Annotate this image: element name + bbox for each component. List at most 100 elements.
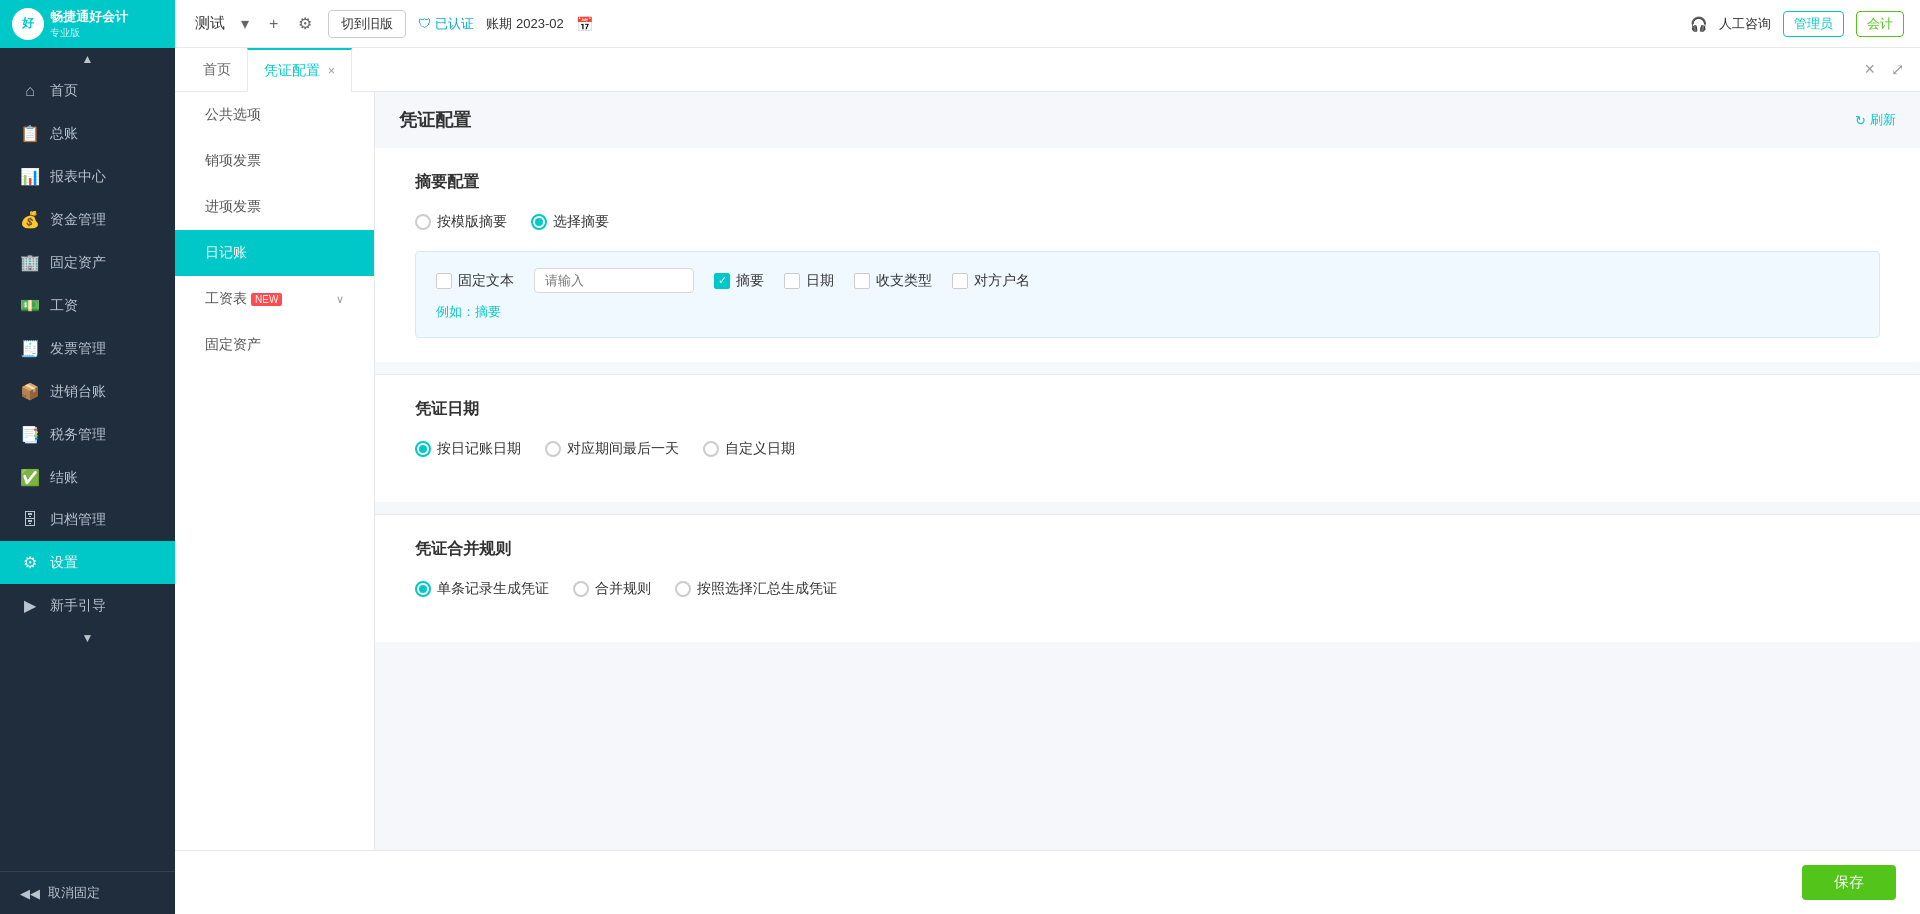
sidebar-item-capital[interactable]: 💰 资金管理 <box>0 198 175 241</box>
summary-options-row: 固定文本 ✓ 摘要 日期 <box>436 268 1859 293</box>
sidebar-item-ledger[interactable]: 📋 总账 <box>0 112 175 155</box>
date-radio-group: 按日记账日期 对应期间最后一天 自定义日期 <box>415 440 1880 458</box>
reports-icon: 📊 <box>20 167 40 186</box>
sidebar-item-archive[interactable]: 🗄 归档管理 <box>0 499 175 541</box>
chevron-down-icon: ∨ <box>336 293 344 306</box>
sidebar-item-settings[interactable]: ⚙ 设置 <box>0 541 175 584</box>
date-section: 凭证日期 按日记账日期 对应期间最后一天 <box>375 375 1920 502</box>
scroll-up-btn[interactable]: ▲ <box>0 48 175 70</box>
sidebar-item-settle[interactable]: ✅ 结账 <box>0 456 175 499</box>
new-badge: NEW <box>251 293 282 306</box>
radio-single[interactable]: 单条记录生成凭证 <box>415 580 549 598</box>
radio-journal-date[interactable]: 按日记账日期 <box>415 440 521 458</box>
settle-icon: ✅ <box>20 468 40 487</box>
sidebar-item-guide[interactable]: ▶ 新手引导 <box>0 584 175 627</box>
guide-icon: ▶ <box>20 596 40 615</box>
checkbox-date-box <box>784 273 800 289</box>
sub-nav-journal[interactable]: 日记账 <box>175 230 374 276</box>
checkbox-counterparty-box <box>952 273 968 289</box>
radio-select-summary-circle <box>531 214 547 230</box>
sidebar-item-sales[interactable]: 📦 进销台账 <box>0 370 175 413</box>
summary-section: 摘要配置 按模版摘要 选择摘要 <box>375 148 1920 362</box>
logo-icon: 好 <box>12 8 44 40</box>
checkbox-summary[interactable]: ✓ 摘要 <box>714 272 764 290</box>
add-btn[interactable]: + <box>265 11 282 37</box>
shield-icon: 🛡 <box>418 16 431 31</box>
sub-nav-payroll-table[interactable]: 工资表 NEW ∨ <box>175 276 374 322</box>
sidebar: ▲ ⌂ 首页 📋 总账 📊 报表中心 💰 资金管理 <box>0 48 175 914</box>
checkbox-counterparty[interactable]: 对方户名 <box>952 272 1030 290</box>
checkbox-fixed-text-box <box>436 273 452 289</box>
home-icon: ⌂ <box>20 82 40 100</box>
tab-home[interactable]: 首页 <box>187 48 247 92</box>
archive-icon: 🗄 <box>20 511 40 529</box>
sidebar-item-payroll[interactable]: 💵 工资 <box>0 284 175 327</box>
tab-bar-right: × ⤢ <box>1860 55 1908 84</box>
page-title: 凭证配置 <box>399 108 471 132</box>
sub-nav-public[interactable]: 公共选项 <box>175 92 374 138</box>
certified-badge: 🛡 已认证 <box>418 15 474 33</box>
sidebar-item-invoice[interactable]: 🧾 发票管理 <box>0 327 175 370</box>
settings-sidebar-icon: ⚙ <box>20 553 40 572</box>
assets-icon: 🏢 <box>20 253 40 272</box>
ledger-icon: 📋 <box>20 124 40 143</box>
summary-radio-group: 按模版摘要 选择摘要 <box>415 213 1880 231</box>
config-main: 凭证配置 ↻ 刷新 摘要配置 按模版摘要 <box>375 92 1920 850</box>
pin-icon: ◀◀ <box>20 886 40 901</box>
sub-nav: 公共选项 销项发票 进项发票 日记账 工资表 NEW ∨ <box>175 92 375 850</box>
radio-template-circle <box>415 214 431 230</box>
sidebar-item-tax[interactable]: 📑 税务管理 <box>0 413 175 456</box>
project-name: 测试 <box>195 14 225 33</box>
example-text: 例如：摘要 <box>436 303 1859 321</box>
top-bar: 好 畅捷通好会计 专业版 测试 ▾ + ⚙ 切到旧版 🛡 已认证 账期 2023… <box>0 0 1920 48</box>
window-expand-btn[interactable]: ⤢ <box>1887 56 1908 83</box>
manager-btn[interactable]: 管理员 <box>1783 11 1844 37</box>
radio-select-merge[interactable]: 按照选择汇总生成凭证 <box>675 580 837 598</box>
fixed-text-input[interactable] <box>534 268 694 293</box>
radio-journal-date-circle <box>415 441 431 457</box>
sidebar-item-assets[interactable]: 🏢 固定资产 <box>0 241 175 284</box>
project-dropdown-btn[interactable]: ▾ <box>237 10 253 37</box>
cancel-fixed-btn[interactable]: ◀◀ 取消固定 <box>0 871 175 914</box>
radio-merge-rule[interactable]: 合并规则 <box>573 580 651 598</box>
checkbox-date[interactable]: 日期 <box>784 272 834 290</box>
summary-title: 摘要配置 <box>415 172 1880 193</box>
radio-select-summary[interactable]: 选择摘要 <box>531 213 609 231</box>
accountant-btn[interactable]: 会计 <box>1856 11 1904 37</box>
logo-text: 畅捷通好会计 专业版 <box>50 8 128 40</box>
checkbox-pay-type[interactable]: 收支类型 <box>854 272 932 290</box>
sub-nav-purchase-invoice[interactable]: 进项发票 <box>175 184 374 230</box>
checkbox-summary-box: ✓ <box>714 273 730 289</box>
sub-nav-sales-invoice[interactable]: 销项发票 <box>175 138 374 184</box>
tab-active[interactable]: 凭证配置 × <box>247 48 352 92</box>
radio-merge-rule-circle <box>573 581 589 597</box>
merge-title: 凭证合并规则 <box>415 539 1880 560</box>
calendar-icon: 📅 <box>576 16 593 32</box>
checkbox-fixed-text[interactable]: 固定文本 <box>436 272 514 290</box>
date-title: 凭证日期 <box>415 399 1880 420</box>
sales-icon: 📦 <box>20 382 40 401</box>
tab-close-btn[interactable]: × <box>328 64 335 78</box>
radio-period-last-circle <box>545 441 561 457</box>
tax-icon: 📑 <box>20 425 40 444</box>
switch-btn[interactable]: 切到旧版 <box>328 10 406 38</box>
sidebar-item-home[interactable]: ⌂ 首页 <box>0 70 175 112</box>
save-btn[interactable]: 保存 <box>1802 865 1896 900</box>
radio-select-merge-circle <box>675 581 691 597</box>
radio-template[interactable]: 按模版摘要 <box>415 213 507 231</box>
sidebar-item-reports[interactable]: 📊 报表中心 <box>0 155 175 198</box>
settings-btn[interactable]: ⚙ <box>294 10 316 37</box>
payroll-icon: 💵 <box>20 296 40 315</box>
tab-bar: 首页 凭证配置 × × ⤢ <box>175 48 1920 92</box>
consult-btn[interactable]: 人工咨询 <box>1719 15 1771 33</box>
sub-nav-fixed-assets[interactable]: 固定资产 <box>175 322 374 368</box>
radio-custom-date[interactable]: 自定义日期 <box>703 440 795 458</box>
bottom-bar: 保存 <box>175 850 1920 914</box>
scroll-down-btn[interactable]: ▼ <box>0 627 175 649</box>
capital-icon: 💰 <box>20 210 40 229</box>
radio-period-last[interactable]: 对应期间最后一天 <box>545 440 679 458</box>
window-close-btn[interactable]: × <box>1860 55 1879 84</box>
headphone-icon: 🎧 <box>1690 16 1707 32</box>
sidebar-scroll: ▲ ⌂ 首页 📋 总账 📊 报表中心 💰 资金管理 <box>0 48 175 871</box>
refresh-btn[interactable]: ↻ 刷新 <box>1855 111 1896 129</box>
